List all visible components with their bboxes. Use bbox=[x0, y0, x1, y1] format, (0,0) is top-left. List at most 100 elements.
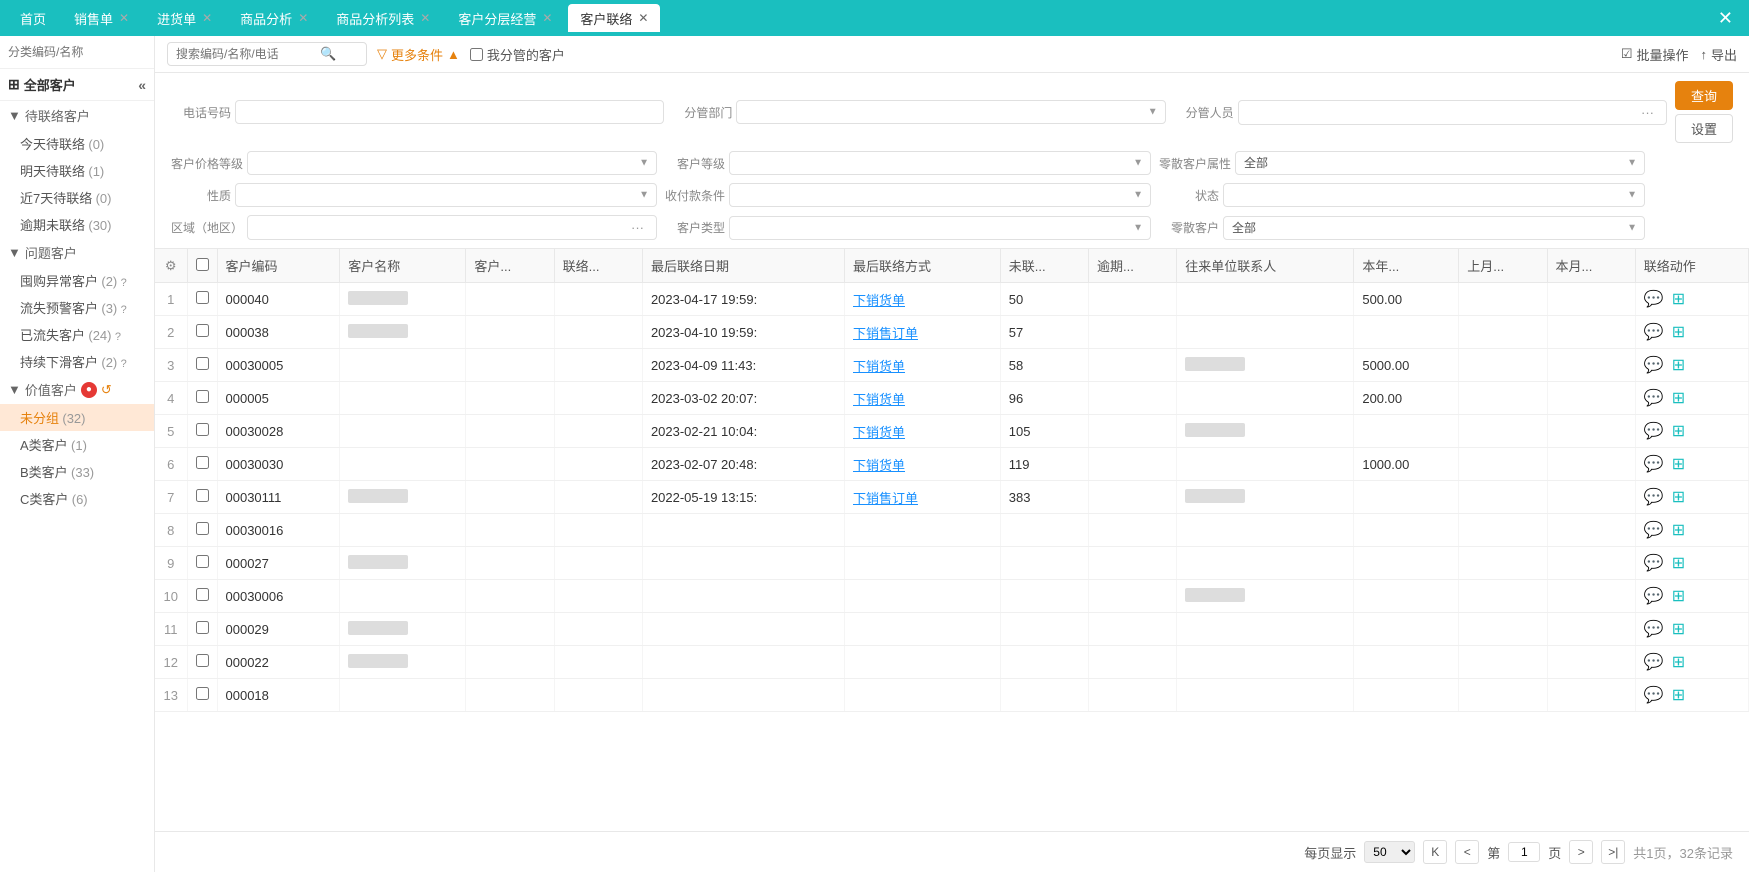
sidebar-item-today-pending[interactable]: 今天待联络 (0) bbox=[0, 130, 154, 157]
close-icon[interactable]: ✕ bbox=[202, 11, 212, 25]
grid-action-icon[interactable]: ⊞ bbox=[1672, 553, 1685, 573]
grid-action-icon[interactable]: ⊞ bbox=[1672, 520, 1685, 540]
chat-icon[interactable]: 💬 bbox=[1644, 586, 1664, 606]
chat-icon[interactable]: 💬 bbox=[1644, 652, 1664, 672]
refresh-icon[interactable]: ↺ bbox=[101, 382, 112, 398]
tab-sales[interactable]: 销售单 ✕ bbox=[62, 4, 141, 32]
grid-action-icon[interactable]: ⊞ bbox=[1672, 652, 1685, 672]
table-settings-icon[interactable]: ⚙ bbox=[155, 249, 187, 283]
next-page-button[interactable]: > bbox=[1569, 840, 1593, 864]
sidebar-item-class-c[interactable]: C类客户 (6) bbox=[0, 485, 154, 512]
row-checkbox[interactable] bbox=[196, 588, 209, 601]
reset-button[interactable]: 设置 bbox=[1675, 114, 1733, 143]
sidebar-group-value[interactable]: ▼ 价值客户 ● ↺ bbox=[0, 375, 154, 404]
my-customers-checkbox[interactable] bbox=[470, 48, 483, 61]
last-page-button[interactable]: >| bbox=[1601, 840, 1625, 864]
sidebar-group-pending[interactable]: ▼ 待联络客户 bbox=[0, 101, 154, 130]
tab-home[interactable]: 首页 bbox=[8, 4, 58, 32]
sidebar-group-problem[interactable]: ▼ 问题客户 bbox=[0, 238, 154, 267]
grid-action-icon[interactable]: ⊞ bbox=[1672, 322, 1685, 342]
manager-dots-button[interactable]: ··· bbox=[1637, 105, 1658, 120]
last-method-link[interactable]: 下销货单 bbox=[853, 293, 905, 308]
select-all-checkbox[interactable] bbox=[196, 258, 209, 271]
chat-icon[interactable]: 💬 bbox=[1644, 487, 1664, 507]
sidebar-item-abnormal[interactable]: 囤购异常客户 (2) ? bbox=[0, 267, 154, 294]
sidebar-item-tomorrow-pending[interactable]: 明天待联络 (1) bbox=[0, 157, 154, 184]
sidebar-item-class-a[interactable]: A类客户 (1) bbox=[0, 431, 154, 458]
tab-customer-segment[interactable]: 客户分层经营 ✕ bbox=[446, 4, 564, 32]
more-conditions-button[interactable]: ▽ 更多条件 ▲ bbox=[377, 45, 460, 64]
tab-goods-analysis-list[interactable]: 商品分析列表 ✕ bbox=[324, 4, 442, 32]
customer-type-select[interactable] bbox=[729, 216, 1151, 240]
row-checkbox[interactable] bbox=[196, 423, 209, 436]
search-button[interactable]: 查询 bbox=[1675, 81, 1733, 110]
status-select[interactable] bbox=[1223, 183, 1645, 207]
prev-page-button[interactable]: < bbox=[1455, 840, 1479, 864]
region-dots-button[interactable]: ··· bbox=[627, 220, 648, 235]
close-icon[interactable]: ✕ bbox=[420, 11, 430, 25]
sidebar-item-ungroup[interactable]: 未分组 (32) bbox=[0, 404, 154, 431]
all-customers-item[interactable]: ⊞ 全部客户 « bbox=[0, 69, 154, 101]
tab-purchase[interactable]: 进货单 ✕ bbox=[145, 4, 224, 32]
payment-select[interactable] bbox=[729, 183, 1151, 207]
phone-input[interactable] bbox=[235, 100, 664, 124]
close-icon[interactable]: ✕ bbox=[638, 11, 648, 25]
row-checkbox[interactable] bbox=[196, 357, 209, 370]
chat-icon[interactable]: 💬 bbox=[1644, 355, 1664, 375]
grid-action-icon[interactable]: ⊞ bbox=[1672, 388, 1685, 408]
row-checkbox[interactable] bbox=[196, 291, 209, 304]
grid-action-icon[interactable]: ⊞ bbox=[1672, 619, 1685, 639]
sidebar-item-7days-pending[interactable]: 近7天待联络 (0) bbox=[0, 184, 154, 211]
search-icon[interactable]: 🔍 bbox=[320, 46, 336, 62]
window-close-button[interactable]: ✕ bbox=[1710, 8, 1741, 29]
chat-icon[interactable]: 💬 bbox=[1644, 619, 1664, 639]
last-method-link[interactable]: 下销售订单 bbox=[853, 491, 918, 506]
category-search-input[interactable] bbox=[8, 45, 155, 59]
last-method-link[interactable]: 下销货单 bbox=[853, 392, 905, 407]
grid-action-icon[interactable]: ⊞ bbox=[1672, 355, 1685, 375]
chat-icon[interactable]: 💬 bbox=[1644, 553, 1664, 573]
last-method-link[interactable]: 下销货单 bbox=[853, 425, 905, 440]
last-method-link[interactable]: 下销货单 bbox=[853, 458, 905, 473]
sidebar-item-class-b[interactable]: B类客户 (33) bbox=[0, 458, 154, 485]
close-icon[interactable]: ✕ bbox=[298, 11, 308, 25]
tab-customer-contact[interactable]: 客户联络 ✕ bbox=[568, 4, 660, 32]
sidebar-item-overdue-pending[interactable]: 逾期未联络 (30) bbox=[0, 211, 154, 238]
last-method-link[interactable]: 下销货单 bbox=[853, 359, 905, 374]
grid-action-icon[interactable]: ⊞ bbox=[1672, 685, 1685, 705]
chat-icon[interactable]: 💬 bbox=[1644, 520, 1664, 540]
dept-select[interactable] bbox=[736, 100, 1165, 124]
chat-icon[interactable]: 💬 bbox=[1644, 322, 1664, 342]
nature-select[interactable] bbox=[235, 183, 657, 207]
close-icon[interactable]: ✕ bbox=[119, 11, 129, 25]
last-method-link[interactable]: 下销售订单 bbox=[853, 326, 918, 341]
export-button[interactable]: ↑ 导出 bbox=[1700, 45, 1737, 64]
grid-action-icon[interactable]: ⊞ bbox=[1672, 487, 1685, 507]
page-size-select[interactable]: 50 20 100 bbox=[1364, 841, 1415, 863]
tab-goods-analysis[interactable]: 商品分析 ✕ bbox=[228, 4, 320, 32]
chat-icon[interactable]: 💬 bbox=[1644, 421, 1664, 441]
row-checkbox[interactable] bbox=[196, 555, 209, 568]
sidebar-item-churn-warning[interactable]: 流失预警客户 (3) ? bbox=[0, 294, 154, 321]
row-checkbox[interactable] bbox=[196, 390, 209, 403]
chat-icon[interactable]: 💬 bbox=[1644, 289, 1664, 309]
chat-icon[interactable]: 💬 bbox=[1644, 388, 1664, 408]
row-checkbox[interactable] bbox=[196, 456, 209, 469]
sidebar-item-declining[interactable]: 持续下滑客户 (2) ? bbox=[0, 348, 154, 375]
batch-action-button[interactable]: ☑ 批量操作 bbox=[1621, 45, 1689, 64]
row-checkbox[interactable] bbox=[196, 324, 209, 337]
close-icon[interactable]: ✕ bbox=[542, 11, 552, 25]
sidebar-item-churned[interactable]: 已流失客户 (24) ? bbox=[0, 321, 154, 348]
scatter-customer-select[interactable]: 全部 bbox=[1223, 216, 1645, 240]
chat-icon[interactable]: 💬 bbox=[1644, 685, 1664, 705]
customer-level-select[interactable] bbox=[729, 151, 1151, 175]
price-level-select[interactable] bbox=[247, 151, 657, 175]
chat-icon[interactable]: 💬 bbox=[1644, 454, 1664, 474]
row-checkbox[interactable] bbox=[196, 621, 209, 634]
page-number-input[interactable] bbox=[1508, 842, 1540, 862]
grid-action-icon[interactable]: ⊞ bbox=[1672, 454, 1685, 474]
grid-action-icon[interactable]: ⊞ bbox=[1672, 289, 1685, 309]
row-checkbox[interactable] bbox=[196, 687, 209, 700]
grid-action-icon[interactable]: ⊞ bbox=[1672, 586, 1685, 606]
grid-action-icon[interactable]: ⊞ bbox=[1672, 421, 1685, 441]
